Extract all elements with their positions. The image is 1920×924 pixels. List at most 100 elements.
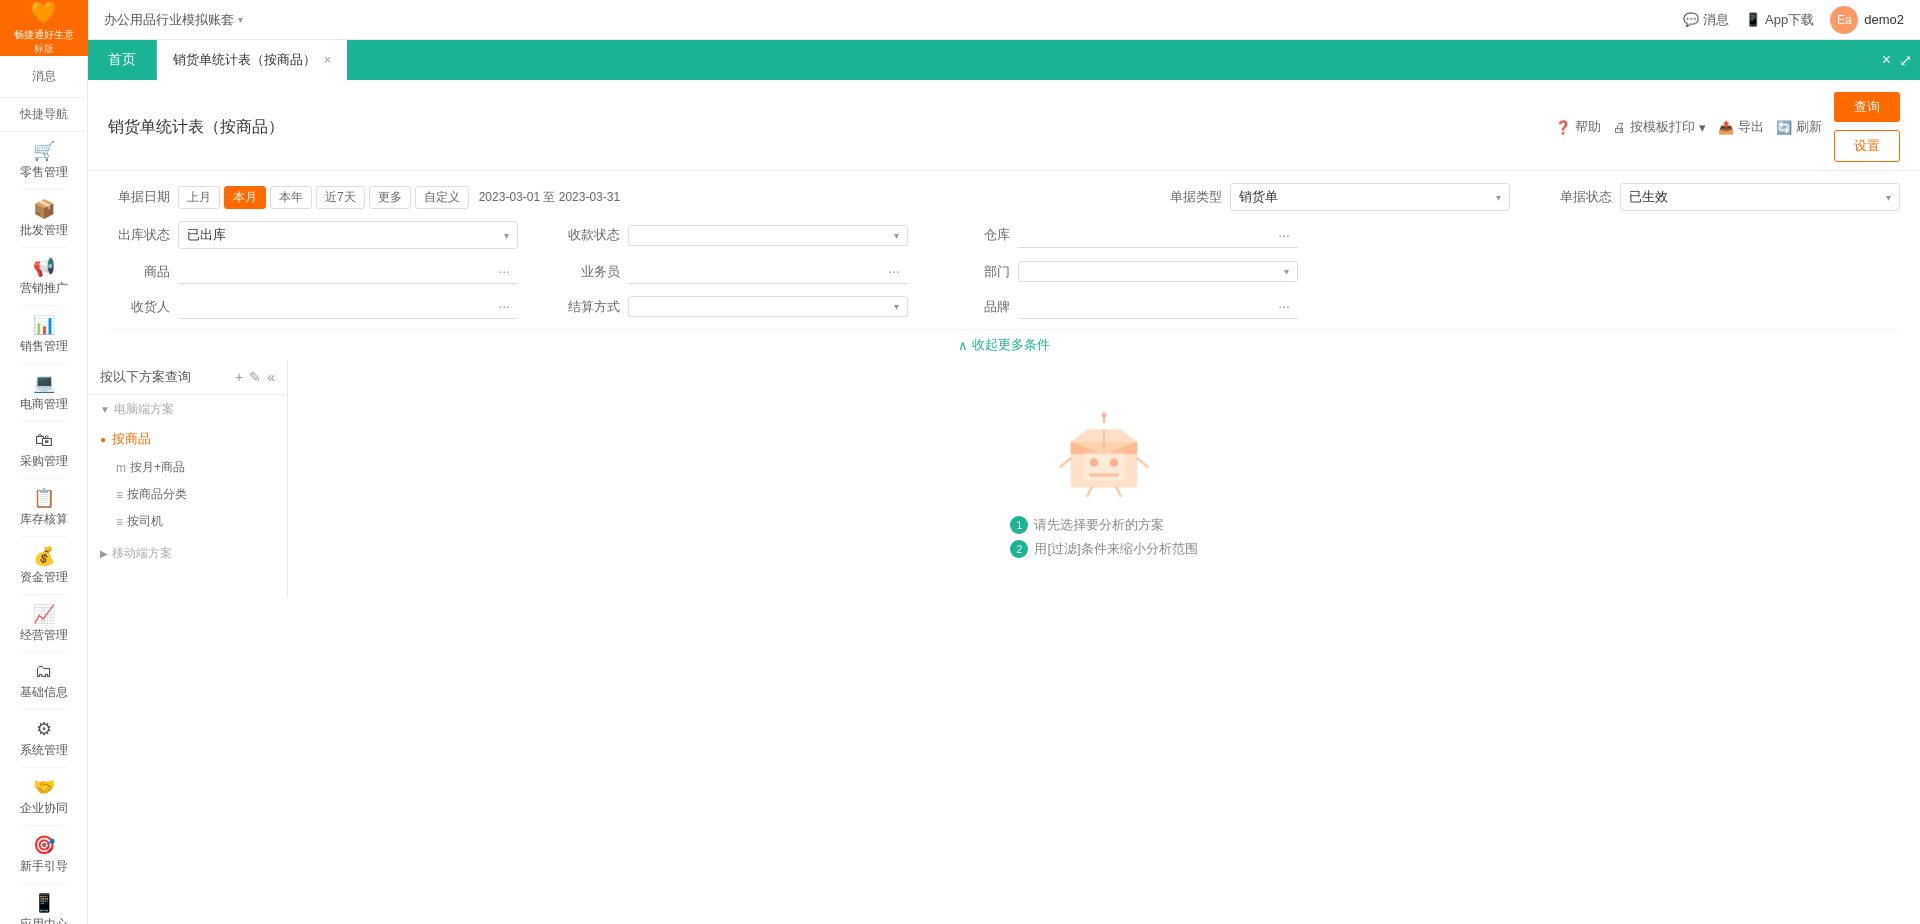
help-label: 帮助 [1575,118,1601,136]
tree-sub-product-category[interactable]: ≡ 按商品分类 [88,481,287,508]
edit-scheme-btn[interactable]: ✎ [249,369,261,385]
warehouse-input[interactable]: ··· [1018,223,1298,248]
app-download-btn[interactable]: 📱 App下载 [1745,11,1814,29]
tab-active[interactable]: 销货单统计表（按商品） × [157,40,347,80]
sidebar-item-7[interactable]: 💰资金管理 [20,537,68,595]
message-btn[interactable]: 💬 消息 [1683,11,1729,29]
export-label: 导出 [1738,118,1764,136]
doc-status-select[interactable]: 已生效 ▾ [1620,183,1900,211]
mobile-group-label: 移动端方案 [112,545,172,562]
desktop-group-label: 电脑端方案 [114,401,174,418]
receiver-input[interactable]: ··· [178,294,518,319]
sidebar-item-8[interactable]: 📈经营管理 [20,595,68,653]
sidebar-item-2[interactable]: 📢营销推广 [20,248,68,306]
shortcut-custom[interactable]: 自定义 [415,186,469,209]
export-btn[interactable]: 📤 导出 [1718,118,1764,136]
sidebar-label-9: 基础信息 [20,684,68,701]
sidebar-label-13: 应用中心 [20,916,68,924]
sidebar-item-3[interactable]: 📊销售管理 [20,306,68,364]
date-range-display: 2023-03-01 至 2023-03-31 [479,189,620,206]
sidebar-label-11: 企业协同 [20,800,68,817]
payment-method-select[interactable]: ▾ [628,296,908,317]
receiver-label: 收货人 [108,298,178,316]
filter-row-2: 出库状态 已出库 ▾ 收款状态 ▾ 仓库 ··· [108,221,1900,249]
department-select[interactable]: ▾ [1018,261,1298,282]
app-logo[interactable]: 🧡 畅捷通好生意 标版 [0,0,88,56]
sidebar-label-2: 营销推广 [20,280,68,297]
quick-nav-label[interactable]: 快捷导航 [20,102,68,127]
tree-item-by-product[interactable]: ● 按商品 [88,424,287,454]
sidebar-icon-11: 🤝 [33,776,55,798]
help-icon: ❓ [1555,120,1571,135]
print-btn[interactable]: 🖨 按模板打印 ▾ [1613,118,1706,136]
shortcut-this-month[interactable]: 本月 [224,186,266,209]
date-control: 上月 本月 本年 近7天 更多 自定义 2023-03-01 至 2023-03… [178,186,1080,209]
tip-num-2: 2 [1010,540,1028,558]
driver-label: 按司机 [127,513,163,530]
sidebar-icon-6: 📋 [33,487,55,509]
shortcut-last-month[interactable]: 上月 [178,186,220,209]
collapse-panel-btn[interactable]: « [267,369,275,385]
message-label: 消息 [1703,11,1729,29]
by-product-label: 按商品 [112,430,151,448]
collapse-arrow-icon: ∧ [958,338,968,353]
tab-home[interactable]: 首页 [88,40,157,80]
sidebar-icon-5: 🛍 [35,430,53,451]
sidebar-item-6[interactable]: 📋库存核算 [20,479,68,537]
search-menu-label[interactable]: 消息 [32,64,56,89]
help-btn[interactable]: ❓ 帮助 [1555,118,1601,136]
settings-button[interactable]: 设置 [1834,130,1900,162]
brand-input[interactable]: ··· [1018,294,1298,319]
collapse-row[interactable]: ∧ 收起更多条件 [108,329,1900,360]
payment-status-select[interactable]: ▾ [628,225,908,246]
export-icon: 📤 [1718,120,1734,135]
tree-desktop-group: ▼ 电脑端方案 [88,395,287,424]
empty-tip-1: 1 请先选择要分析的方案 [1010,516,1197,534]
refresh-btn[interactable]: 🔄 刷新 [1776,118,1822,136]
sidebar-item-12[interactable]: 🎯新手引导 [20,826,68,884]
tab-close-icon[interactable]: × [324,53,331,67]
logo-label: 畅捷通好生意 [14,28,74,42]
doc-type-value: 销货单 [1239,188,1278,206]
sidebar-item-9[interactable]: 🗂 基础信息 [20,653,68,710]
warehouse-out-select[interactable]: 已出库 ▾ [178,221,518,249]
sidebar-item-11[interactable]: 🤝 企业协同 [20,768,68,826]
goods-input[interactable]: ··· [178,259,518,284]
doc-type-label: 单据类型 [1160,188,1230,206]
query-settings-group: 查询 设置 [1834,92,1900,162]
payment-status-label: 收款状态 [558,226,628,244]
sidebar-item-4[interactable]: 💻电商管理 [20,364,68,422]
receiver-dots: ··· [498,298,510,314]
sidebar-icon-9: 🗂 [35,661,53,682]
tree-arrow-desktop: ▼ [100,404,110,415]
query-button[interactable]: 查询 [1834,92,1900,122]
tab-home-label: 首页 [108,51,136,69]
tree-sub-month-product[interactable]: m 按月+商品 [88,454,287,481]
collapse-label: 收起更多条件 [972,336,1050,354]
tab-minimize-btn[interactable]: × [1882,51,1891,69]
shortcut-this-year[interactable]: 本年 [270,186,312,209]
tab-maximize-btn[interactable]: ⤢ [1899,51,1912,70]
sidebar-item-1[interactable]: 📦批发管理 [20,190,68,248]
app-download-label: App下载 [1765,11,1814,29]
sidebar-item-0[interactable]: 🛒零售管理 [20,132,68,190]
tree-sub-driver[interactable]: ≡ 按司机 [88,508,287,535]
sidebar-label-5: 采购管理 [20,453,68,470]
sidebar-item-10[interactable]: ⚙系统管理 [20,710,68,768]
sidebar-item-5[interactable]: 🛍 采购管理 [20,422,68,479]
user-area[interactable]: Ea demo2 [1830,6,1904,34]
tree-mobile-group: ▶ 移动端方案 [88,539,287,568]
salesperson-input[interactable]: ··· [628,259,908,284]
sidebar-item-13[interactable]: 📱应用中心 [20,884,68,924]
shortcut-more[interactable]: 更多 [369,186,411,209]
doc-type-select[interactable]: 销货单 ▾ [1230,183,1510,211]
empty-icon [1054,400,1154,500]
empty-state: 1 请先选择要分析的方案 2 用[过滤]条件来缩小分析范围 [1010,400,1197,558]
add-scheme-btn[interactable]: + [235,369,243,385]
tree-arrow-mobile: ▶ [100,548,108,559]
industry-selector[interactable]: 办公用品行业模拟账套 ▾ [104,11,243,29]
product-category-icon: ≡ [116,488,123,502]
sidebar-icon-8: 📈 [33,603,55,625]
doc-type-arrow: ▾ [1496,192,1501,203]
shortcut-7days[interactable]: 近7天 [316,186,365,209]
